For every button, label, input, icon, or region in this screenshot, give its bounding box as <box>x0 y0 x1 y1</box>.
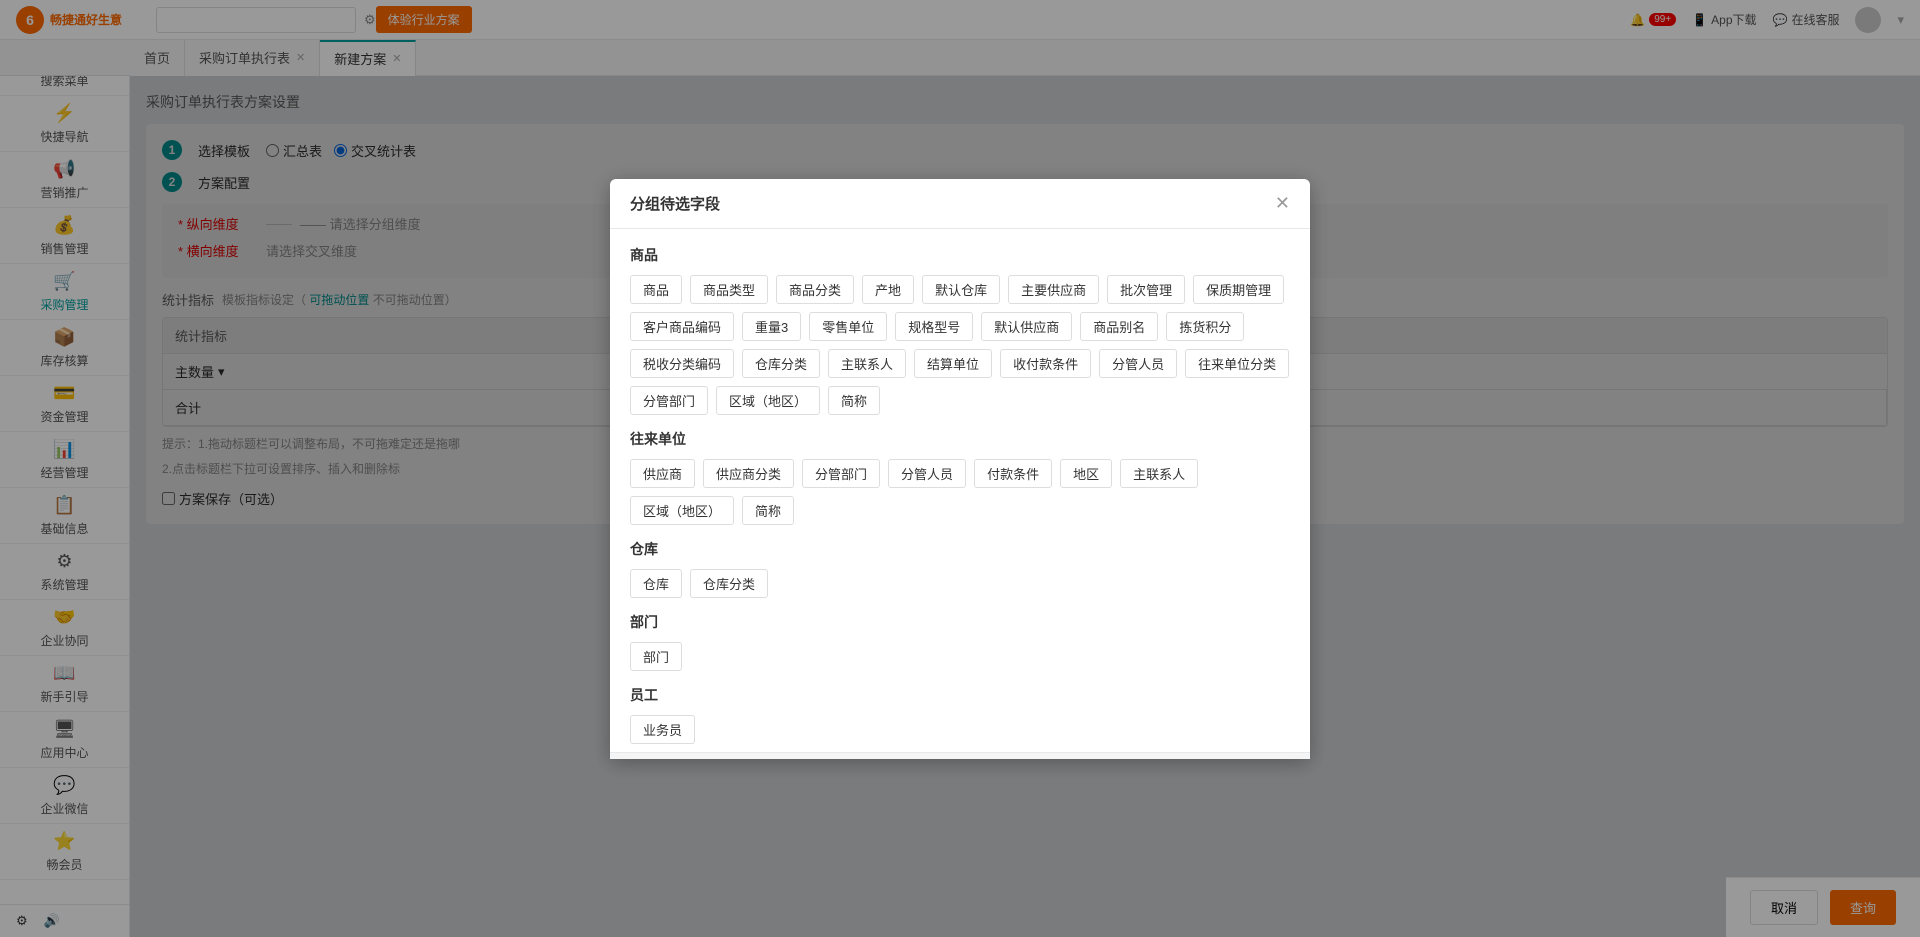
section-employee-title: 员工 <box>630 685 1290 705</box>
tag-goods-short-name[interactable]: 简称 <box>828 386 880 415</box>
tag-cp-supplier[interactable]: 供应商 <box>630 459 695 488</box>
tag-cp-manager[interactable]: 分管人员 <box>888 459 966 488</box>
tag-goods-category[interactable]: 商品分类 <box>776 275 854 304</box>
tag-wh-cat[interactable]: 仓库分类 <box>690 569 768 598</box>
tag-goods-spec[interactable]: 规格型号 <box>895 312 973 341</box>
modal-close-button[interactable]: ✕ <box>1275 193 1290 214</box>
tag-dept-dept[interactable]: 部门 <box>630 642 682 671</box>
modal-overlay: 分组待选字段 ✕ 商品 商品 商品类型 商品分类 产地 默认仓库 主要供应商 批… <box>0 0 1920 937</box>
modal-header: 分组待选字段 ✕ <box>610 179 1310 229</box>
tag-goods-expiry[interactable]: 保质期管理 <box>1193 275 1284 304</box>
tag-group-goods: 商品 商品类型 商品分类 产地 默认仓库 主要供应商 批次管理 保质期管理 客户… <box>630 275 1290 415</box>
tag-emp-salesman[interactable]: 业务员 <box>630 715 695 744</box>
tag-group-dept: 部门 <box>630 642 1290 671</box>
tag-goods-batch[interactable]: 批次管理 <box>1107 275 1185 304</box>
tag-goods-default-warehouse[interactable]: 默认仓库 <box>922 275 1000 304</box>
tag-goods-customer-code[interactable]: 客户商品编码 <box>630 312 734 341</box>
tag-group-employee: 业务员 <box>630 715 1290 744</box>
tag-goods-dept[interactable]: 分管部门 <box>630 386 708 415</box>
section-warehouse-title: 仓库 <box>630 539 1290 559</box>
tag-goods-payment-terms[interactable]: 收付款条件 <box>1000 349 1091 378</box>
tag-cp-dept[interactable]: 分管部门 <box>802 459 880 488</box>
tag-goods-main-supplier[interactable]: 主要供应商 <box>1008 275 1099 304</box>
tag-goods-counterpart-cat[interactable]: 往来单位分类 <box>1185 349 1289 378</box>
modal-hscroll[interactable] <box>610 752 1310 759</box>
tag-goods-manager[interactable]: 分管人员 <box>1099 349 1177 378</box>
section-counterpart-title: 往来单位 <box>630 429 1290 449</box>
tag-cp-supplier-cat[interactable]: 供应商分类 <box>703 459 794 488</box>
tag-cp-payment[interactable]: 付款条件 <box>974 459 1052 488</box>
modal-title: 分组待选字段 <box>630 193 720 214</box>
tag-goods-default-supplier[interactable]: 默认供应商 <box>981 312 1072 341</box>
section-goods-title: 商品 <box>630 245 1290 265</box>
modal-body: 商品 商品 商品类型 商品分类 产地 默认仓库 主要供应商 批次管理 保质期管理… <box>610 229 1310 752</box>
tag-goods-retail-unit[interactable]: 零售单位 <box>809 312 887 341</box>
tag-goods-type[interactable]: 商品类型 <box>690 275 768 304</box>
tag-goods-settlement-unit[interactable]: 结算单位 <box>914 349 992 378</box>
tag-goods-warehouse-cat[interactable]: 仓库分类 <box>742 349 820 378</box>
tag-cp-area[interactable]: 区域（地区） <box>630 496 734 525</box>
tag-cp-region[interactable]: 地区 <box>1060 459 1112 488</box>
tag-goods-alias[interactable]: 商品别名 <box>1080 312 1158 341</box>
tag-group-warehouse: 仓库 仓库分类 <box>630 569 1290 598</box>
tag-goods-main-contact[interactable]: 主联系人 <box>828 349 906 378</box>
tag-goods-weight[interactable]: 重量3 <box>742 312 801 341</box>
tag-wh-warehouse[interactable]: 仓库 <box>630 569 682 598</box>
tag-goods-tax-code[interactable]: 税收分类编码 <box>630 349 734 378</box>
tag-cp-short[interactable]: 简称 <box>742 496 794 525</box>
tag-goods-region[interactable]: 区域（地区） <box>716 386 820 415</box>
tag-group-counterpart: 供应商 供应商分类 分管部门 分管人员 付款条件 地区 主联系人 区域（地区） … <box>630 459 1290 525</box>
section-dept-title: 部门 <box>630 612 1290 632</box>
tag-goods-origin[interactable]: 产地 <box>862 275 914 304</box>
tag-goods-name[interactable]: 商品 <box>630 275 682 304</box>
tag-goods-pick-points[interactable]: 拣货积分 <box>1166 312 1244 341</box>
tag-cp-contact[interactable]: 主联系人 <box>1120 459 1198 488</box>
field-select-modal: 分组待选字段 ✕ 商品 商品 商品类型 商品分类 产地 默认仓库 主要供应商 批… <box>610 179 1310 759</box>
